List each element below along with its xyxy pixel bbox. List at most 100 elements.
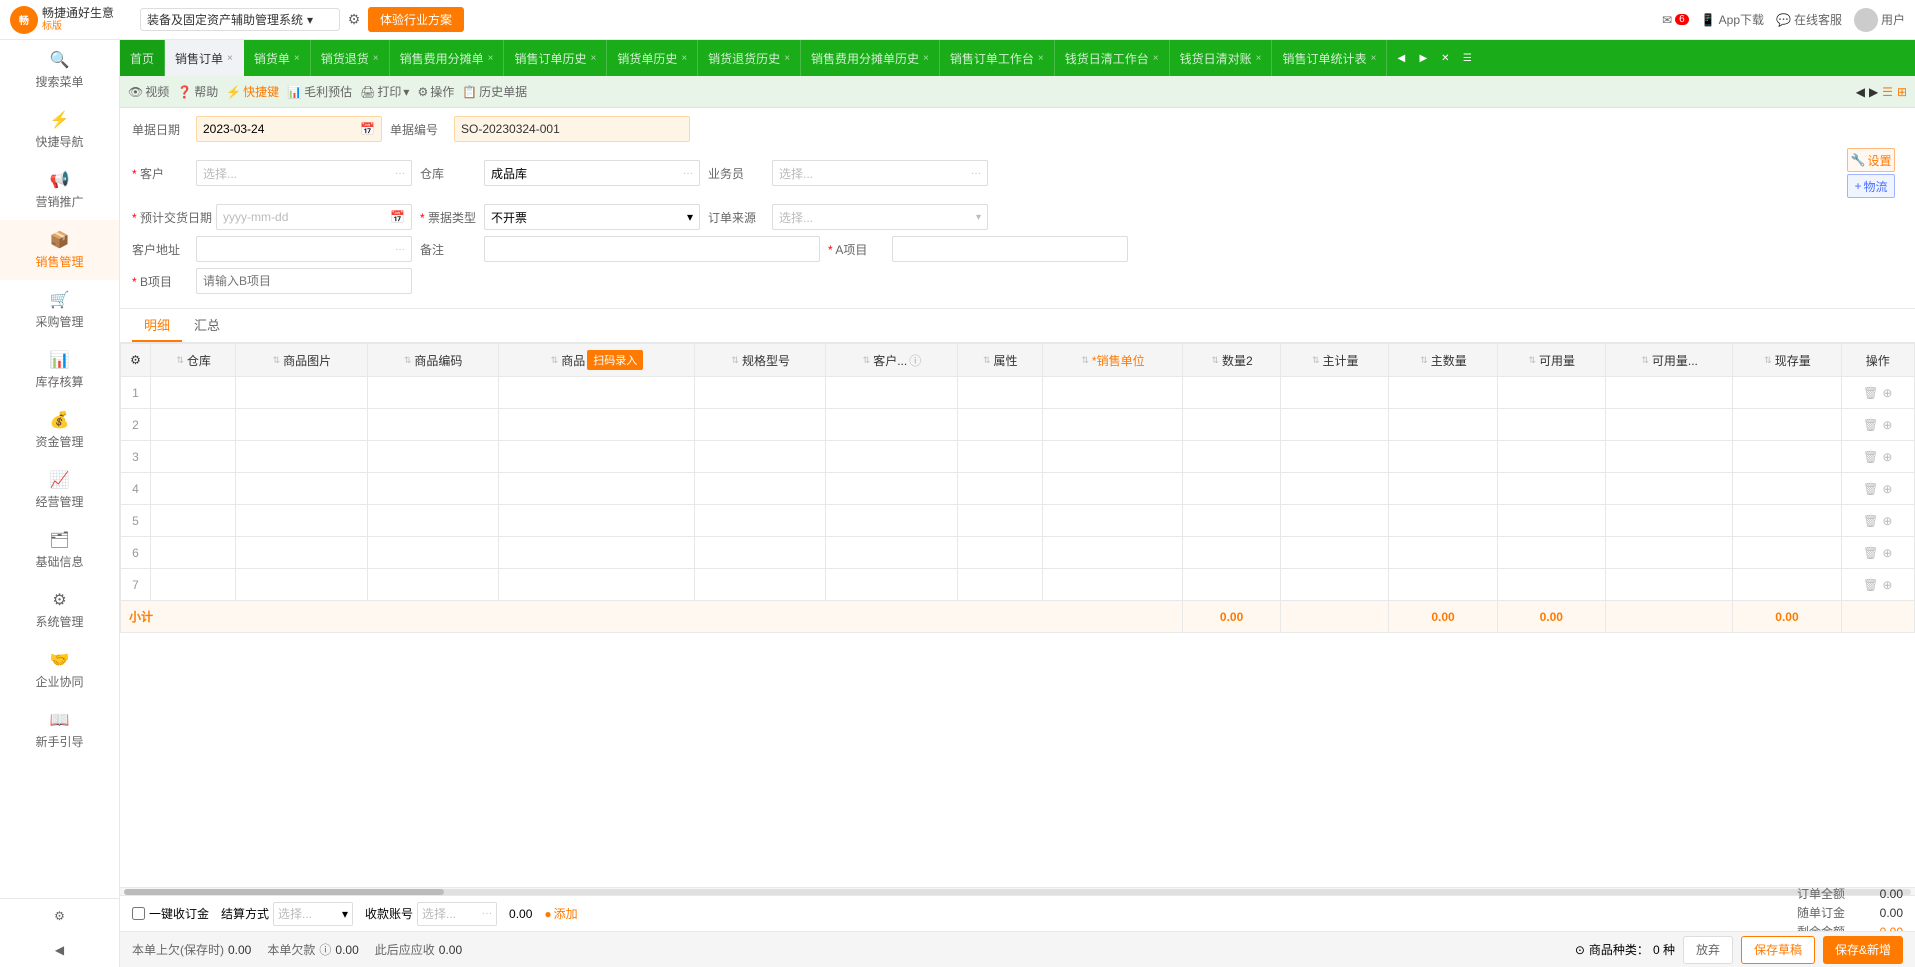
project-a-input[interactable] [892,236,1128,262]
tab-detail[interactable]: 明细 [132,309,182,342]
th-settings[interactable]: ⚙ [121,344,151,377]
tab-stats[interactable]: 销售订单统计表 × [1272,40,1387,76]
sidebar-item-management[interactable]: 📈 经营管理 [0,460,119,520]
scroll-area[interactable] [120,887,1915,895]
toolbar-grid-view[interactable]: ⊞ [1897,85,1907,99]
toolbar-left-arrow[interactable]: ◀ [1856,85,1865,99]
row-current-qty[interactable] [1733,409,1841,441]
customer-more-icon[interactable]: ··· [395,168,405,179]
tab-daily-reconcile[interactable]: 钱货日清对账 × [1170,40,1273,76]
row-main-unit[interactable] [1281,505,1389,537]
row-avail[interactable] [1497,409,1605,441]
row-attr[interactable] [957,377,1042,409]
sidebar-settings-btn[interactable]: ⚙ [0,899,119,933]
tab-close-icon[interactable]: × [1038,53,1044,64]
tab-home[interactable]: 首页 [120,40,165,76]
row-goods[interactable] [498,505,694,537]
row-avail[interactable] [1497,537,1605,569]
tab-close-icon[interactable]: × [227,53,233,64]
one-click-checkbox[interactable] [132,907,145,920]
tab-close-icon[interactable]: × [1370,53,1376,64]
row-code[interactable] [367,441,498,473]
row-unit[interactable] [1042,377,1182,409]
row-attr[interactable] [957,473,1042,505]
tab-sales-expense[interactable]: 销售费用分摊单 × [390,40,505,76]
sidebar-item-baseinfo[interactable]: 🗂 基础信息 [0,520,119,580]
payment-select[interactable]: 选择... ▾ [273,902,353,926]
app-download-item[interactable]: 📱 App下载 [1701,11,1764,28]
delete-icon[interactable]: 🗑 [1863,386,1878,400]
salesman-input[interactable]: 选择... ··· [772,160,988,186]
delete-icon[interactable]: 🗑 [1863,546,1878,560]
row-goods[interactable] [498,537,694,569]
delete-icon[interactable]: 🗑 [1863,578,1878,592]
row-image[interactable] [236,505,367,537]
row-image[interactable] [236,409,367,441]
sidebar-item-inventory[interactable]: 📊 库存核算 [0,340,119,400]
row-avail2[interactable] [1605,409,1732,441]
row-main-unit[interactable] [1281,569,1389,601]
date-input[interactable]: 2023-03-24 📅 [196,116,382,142]
row-current-qty[interactable] [1733,569,1841,601]
row-current-qty[interactable] [1733,505,1841,537]
sidebar-item-system[interactable]: ⚙ 系统管理 [0,580,119,640]
project-b-input[interactable] [196,268,412,294]
sort-icon[interactable]: ⇅ [1420,355,1428,366]
address-input[interactable]: ··· [196,236,412,262]
row-avail[interactable] [1497,473,1605,505]
sidebar-item-marketing[interactable]: 📢 营销推广 [0,160,119,220]
tab-close-icon[interactable]: × [681,53,687,64]
salesman-more-icon[interactable]: ··· [971,168,981,179]
tab-close-icon[interactable]: × [373,53,379,64]
table-settings-icon[interactable]: ⚙ [130,353,141,367]
row-spec[interactable] [695,441,826,473]
row-image[interactable] [236,569,367,601]
row-code[interactable] [367,569,498,601]
user-item[interactable]: 用户 [1854,8,1905,32]
warehouse-more-icon[interactable]: ··· [683,168,693,179]
row-avail2[interactable] [1605,473,1732,505]
row-customer-code[interactable] [826,537,957,569]
settings-gear-icon[interactable]: ⚙ [340,6,368,34]
row-goods[interactable] [498,473,694,505]
row-customer-code[interactable] [826,473,957,505]
account-select[interactable]: 选择... ··· [417,902,497,926]
sidebar-collapse-btn[interactable]: ◀ [0,933,119,967]
sort-icon[interactable]: ⇅ [1081,355,1089,366]
address-more-icon[interactable]: ··· [395,244,405,255]
row-main-unit[interactable] [1281,473,1389,505]
row-unit[interactable] [1042,505,1182,537]
sort-icon[interactable]: ⇅ [863,355,871,366]
row-main-unit[interactable] [1281,537,1389,569]
sidebar-item-guide[interactable]: 📖 新手引导 [0,700,119,760]
row-code[interactable] [367,409,498,441]
row-customer-code[interactable] [826,409,957,441]
tab-close-icon[interactable]: × [784,53,790,64]
toolbar-help[interactable]: ❓ 帮助 [177,83,218,100]
sort-icon[interactable]: ⇅ [404,355,412,366]
delete-icon[interactable]: 🗑 [1863,418,1878,432]
sidebar-item-purchase[interactable]: 🛒 采购管理 [0,280,119,340]
row-image[interactable] [236,441,367,473]
row-current-qty[interactable] [1733,441,1841,473]
scan-button[interactable]: 扫码录入 [587,350,643,370]
row-current-qty[interactable] [1733,377,1841,409]
tab-close-icon[interactable]: × [923,53,929,64]
tab-close-icon[interactable]: × [294,53,300,64]
row-warehouse[interactable] [151,377,236,409]
row-unit[interactable] [1042,441,1182,473]
sort-icon[interactable]: ⇅ [1528,355,1536,366]
row-unit[interactable] [1042,569,1182,601]
row-unit[interactable] [1042,537,1182,569]
account-more-icon[interactable]: ··· [482,908,492,919]
add-button[interactable]: ● 添加 [544,905,577,922]
row-code[interactable] [367,377,498,409]
row-warehouse[interactable] [151,409,236,441]
toolbar-shortcut[interactable]: ⚡ 快捷键 [226,83,279,100]
save-draft-button[interactable]: 保存草稿 [1741,936,1815,964]
save-new-button[interactable]: 保存&新增 [1823,936,1903,964]
tab-close-icon[interactable]: × [590,53,596,64]
tab-expense-history[interactable]: 销售费用分摊单历史 × [801,40,940,76]
tab-return-history[interactable]: 销货退货历史 × [698,40,801,76]
row-avail2[interactable] [1605,569,1732,601]
